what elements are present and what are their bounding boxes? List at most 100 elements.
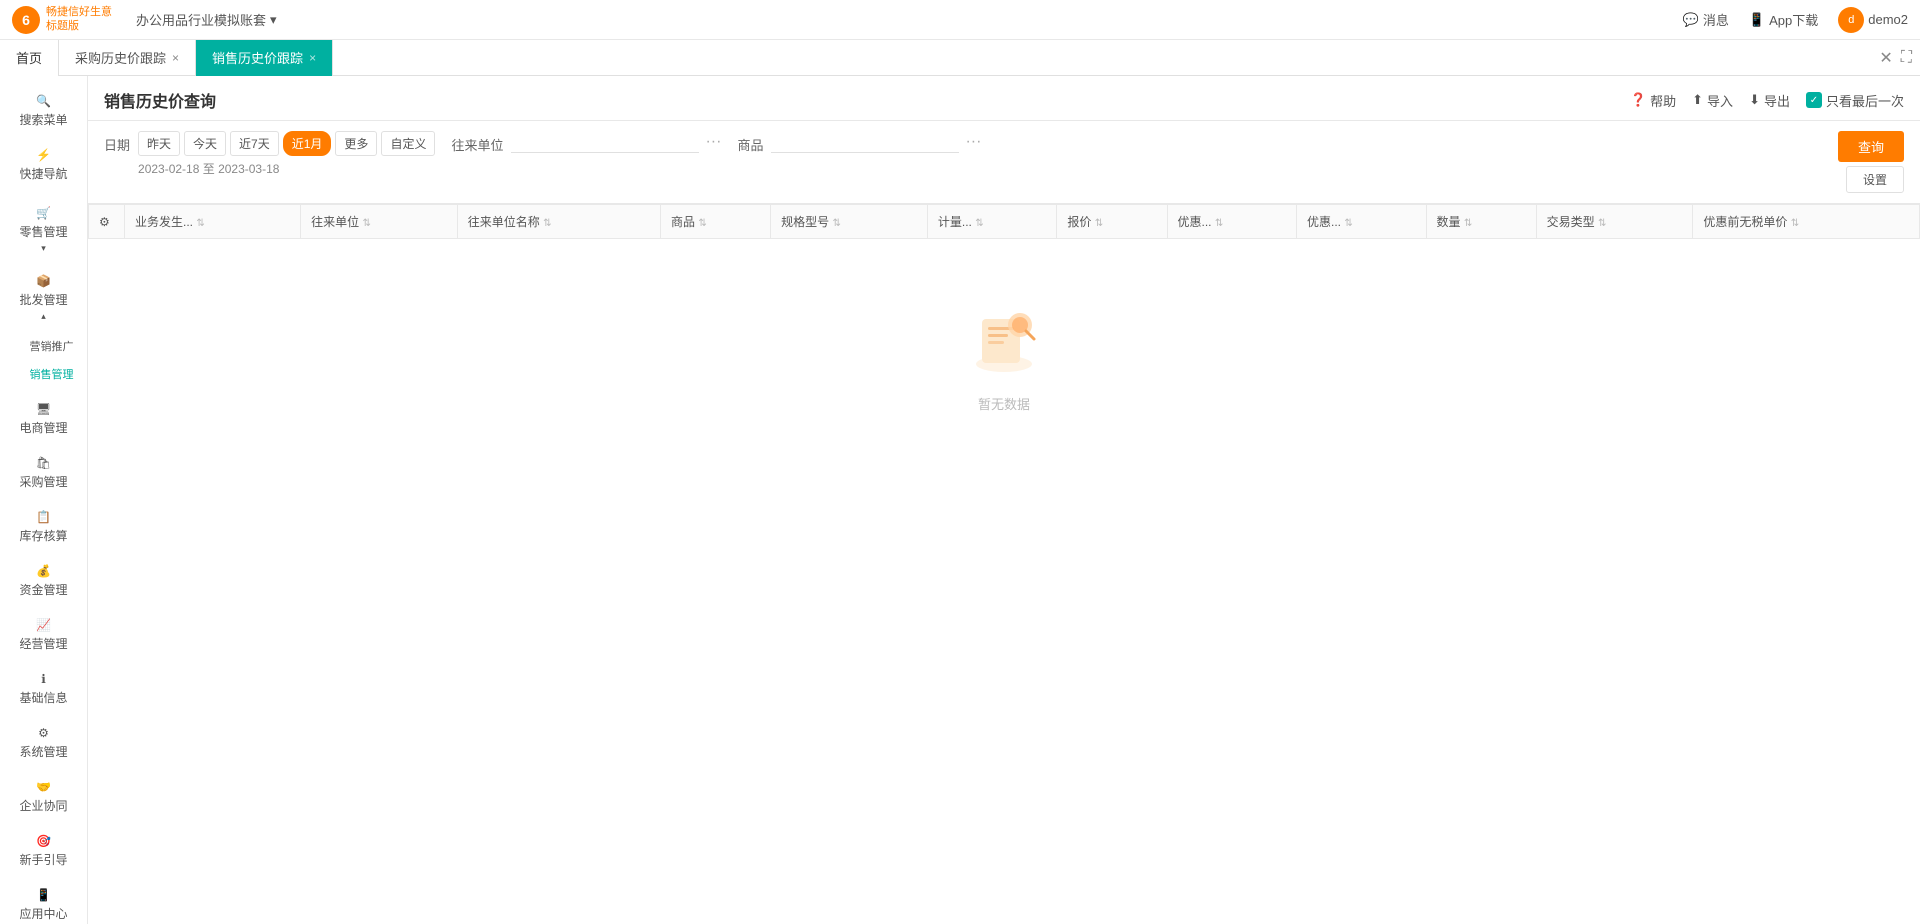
message-btn[interactable]: 💬 消息 <box>1683 10 1729 29</box>
date-btn-more[interactable]: 更多 <box>335 131 377 156</box>
tab-purchase-history[interactable]: 采购历史价跟踪 × <box>59 40 196 76</box>
content-area: 销售历史价查询 ❓ 帮助 ⬆ 导入 ⬇ 导出 ✓ 只看最后一次 <box>88 76 1920 924</box>
empty-text: 暂无数据 <box>978 394 1030 413</box>
sort-partner-code-icon: ⇅ <box>362 218 370 229</box>
filter-area: 日期 昨天 今天 近7天 近1月 更多 自定义 2023-02-18 至 202… <box>88 121 1920 204</box>
only-last-checkbox[interactable]: ✓ 只看最后一次 <box>1806 91 1904 110</box>
date-filter-label: 日期 <box>104 131 130 154</box>
table-col-quoted-price[interactable]: 报价 ⇅ <box>1057 205 1167 239</box>
product-input-group: ··· <box>771 131 981 153</box>
chart-icon: 📈 <box>36 618 51 632</box>
table-header-row: ⚙ 业务发生... ⇅ 往来单位 ⇅ 往来单位名称 ⇅ <box>89 205 1920 239</box>
date-btn-last7days[interactable]: 近7天 <box>230 131 279 156</box>
message-icon: 💬 <box>1683 12 1699 28</box>
import-btn[interactable]: ⬆ 导入 <box>1692 91 1733 110</box>
table-col-spec[interactable]: 规格型号 ⇅ <box>771 205 928 239</box>
sidebar-item-new-guide[interactable]: 🎯 新手引导 <box>0 824 87 878</box>
product-input[interactable] <box>771 131 959 153</box>
sort-product-icon: ⇅ <box>698 218 706 229</box>
close-window-icon[interactable]: ✕ <box>1879 48 1892 68</box>
mobile-icon: 📱 <box>1749 12 1765 28</box>
target-icon: 🎯 <box>36 834 51 848</box>
phone-icon: 📱 <box>36 888 51 902</box>
table-col-discount2[interactable]: 优惠... ⇅ <box>1297 205 1427 239</box>
arrow-down-icon: ▾ <box>41 243 46 254</box>
sort-quoted-price-icon: ⇅ <box>1095 218 1103 229</box>
settings-button[interactable]: 设置 <box>1846 166 1904 193</box>
user-profile[interactable]: d demo2 <box>1838 7 1908 33</box>
sidebar-item-enterprise-collab[interactable]: 🤝 企业协同 <box>0 770 87 824</box>
sidebar-item-retail-mgmt[interactable]: 🛒 零售管理 ▾ <box>0 196 87 264</box>
page-title: 销售历史价查询 <box>104 88 216 112</box>
checkbox-checked-icon: ✓ <box>1806 92 1822 108</box>
query-button[interactable]: 查询 <box>1838 131 1904 162</box>
tab-sales-close-icon[interactable]: × <box>309 51 316 65</box>
monitor-icon: 🖥 <box>36 402 51 416</box>
sidebar-item-operations-mgmt[interactable]: 📈 经营管理 <box>0 608 87 662</box>
empty-illustration <box>964 299 1044 382</box>
partner-input-group: ··· <box>511 131 721 153</box>
date-btn-last1month[interactable]: 近1月 <box>283 131 332 156</box>
date-btn-custom[interactable]: 自定义 <box>381 131 435 156</box>
tab-purchase-close-icon[interactable]: × <box>172 51 179 65</box>
company-select[interactable]: 办公用品行业模拟账套 ▾ <box>136 10 277 29</box>
product-filter-label: 商品 <box>737 131 763 154</box>
maximize-icon[interactable]: ⛶ <box>1901 49 1912 67</box>
sidebar-item-basic-info[interactable]: ℹ 基础信息 <box>0 662 87 716</box>
page-header-actions: ❓ 帮助 ⬆ 导入 ⬇ 导出 ✓ 只看最后一次 <box>1630 91 1904 110</box>
sidebar-item-sales-mgmt[interactable]: 销售管理 <box>8 360 87 388</box>
date-filter-group: 日期 昨天 今天 近7天 近1月 更多 自定义 2023-02-18 至 202… <box>104 131 435 177</box>
info-icon: ℹ <box>41 672 46 686</box>
table-col-discount1[interactable]: 优惠... ⇅ <box>1167 205 1297 239</box>
date-range-display: 2023-02-18 至 2023-03-18 <box>138 160 435 177</box>
date-filter-section: 昨天 今天 近7天 近1月 更多 自定义 2023-02-18 至 2023-0… <box>138 131 435 177</box>
table-col-trade-type[interactable]: 交易类型 ⇅ <box>1536 205 1693 239</box>
empty-state: 暂无数据 <box>88 239 1920 473</box>
sidebar-item-app-center[interactable]: 📱 应用中心 <box>0 878 87 924</box>
table-col-biz-date[interactable]: 业务发生... ⇅ <box>125 205 301 239</box>
sort-discount2-icon: ⇅ <box>1344 218 1352 229</box>
table-col-gear[interactable]: ⚙ <box>89 205 125 239</box>
sidebar-item-inventory[interactable]: 📋 库存核算 <box>0 500 87 554</box>
sidebar-item-marketing[interactable]: 营销推广 <box>8 332 87 360</box>
table-header: ⚙ 业务发生... ⇅ 往来单位 ⇅ 往来单位名称 ⇅ <box>89 205 1920 239</box>
partner-dots-btn[interactable]: ··· <box>705 133 721 151</box>
table-col-product[interactable]: 商品 ⇅ <box>661 205 771 239</box>
sidebar-item-system-mgmt[interactable]: ⚙ 系统管理 <box>0 716 87 770</box>
main-layout: 🔍 搜索菜单 ⚡ 快捷导航 🛒 零售管理 ▾ 📦 批发管理 ▴ 营销推广 销售管… <box>0 76 1920 924</box>
date-btn-yesterday[interactable]: 昨天 <box>138 131 180 156</box>
shopping-icon: 🛍 <box>36 456 51 470</box>
app-download-btn[interactable]: 📱 App下载 <box>1749 10 1818 29</box>
tab-sales-history[interactable]: 销售历史价跟踪 × <box>196 40 333 76</box>
table-col-partner-code[interactable]: 往来单位 ⇅ <box>301 205 458 239</box>
partner-filter-group: 往来单位 ··· <box>451 131 721 154</box>
tab-home[interactable]: 首页 <box>0 40 59 76</box>
table-col-partner-name[interactable]: 往来单位名称 ⇅ <box>457 205 660 239</box>
top-bar-right: 💬 消息 📱 App下载 d demo2 <box>1683 7 1908 33</box>
sidebar-item-search-menu[interactable]: 🔍 搜索菜单 <box>0 84 87 138</box>
box-icon: 📦 <box>36 274 51 288</box>
logo-icon: 6 <box>12 6 40 34</box>
sidebar-item-wholesale-mgmt[interactable]: 📦 批发管理 ▴ <box>0 264 87 332</box>
sidebar-item-ecommerce-mgmt[interactable]: 🖥 电商管理 <box>0 392 87 446</box>
partner-input[interactable] <box>511 131 699 153</box>
table-col-unit[interactable]: 计量... ⇅ <box>927 205 1057 239</box>
sort-biz-date-icon: ⇅ <box>196 218 204 229</box>
sort-pretax-price-icon: ⇅ <box>1791 218 1799 229</box>
search-icon: 🔍 <box>36 94 51 108</box>
table-container[interactable]: ⚙ 业务发生... ⇅ 往来单位 ⇅ 往来单位名称 ⇅ <box>88 204 1920 924</box>
export-btn[interactable]: ⬇ 导出 <box>1749 91 1790 110</box>
partner-filter-label: 往来单位 <box>451 131 503 154</box>
page-header: 销售历史价查询 ❓ 帮助 ⬆ 导入 ⬇ 导出 ✓ 只看最后一次 <box>88 76 1920 121</box>
logo-text: 畅捷信好生意 标题版 <box>46 6 112 32</box>
table-col-pretax-price[interactable]: 优惠前无税单价 ⇅ <box>1693 205 1920 239</box>
help-btn[interactable]: ❓ 帮助 <box>1630 91 1676 110</box>
sidebar-item-quick-nav[interactable]: ⚡ 快捷导航 <box>0 138 87 192</box>
table-col-quantity[interactable]: 数量 ⇅ <box>1426 205 1536 239</box>
sidebar-item-finance-mgmt[interactable]: 💰 资金管理 <box>0 554 87 608</box>
date-buttons: 昨天 今天 近7天 近1月 更多 自定义 <box>138 131 435 156</box>
date-btn-today[interactable]: 今天 <box>184 131 226 156</box>
product-dots-btn[interactable]: ··· <box>965 133 981 151</box>
product-filter-group: 商品 ··· <box>737 131 981 154</box>
sidebar-item-purchase-mgmt[interactable]: 🛍 采购管理 <box>0 446 87 500</box>
